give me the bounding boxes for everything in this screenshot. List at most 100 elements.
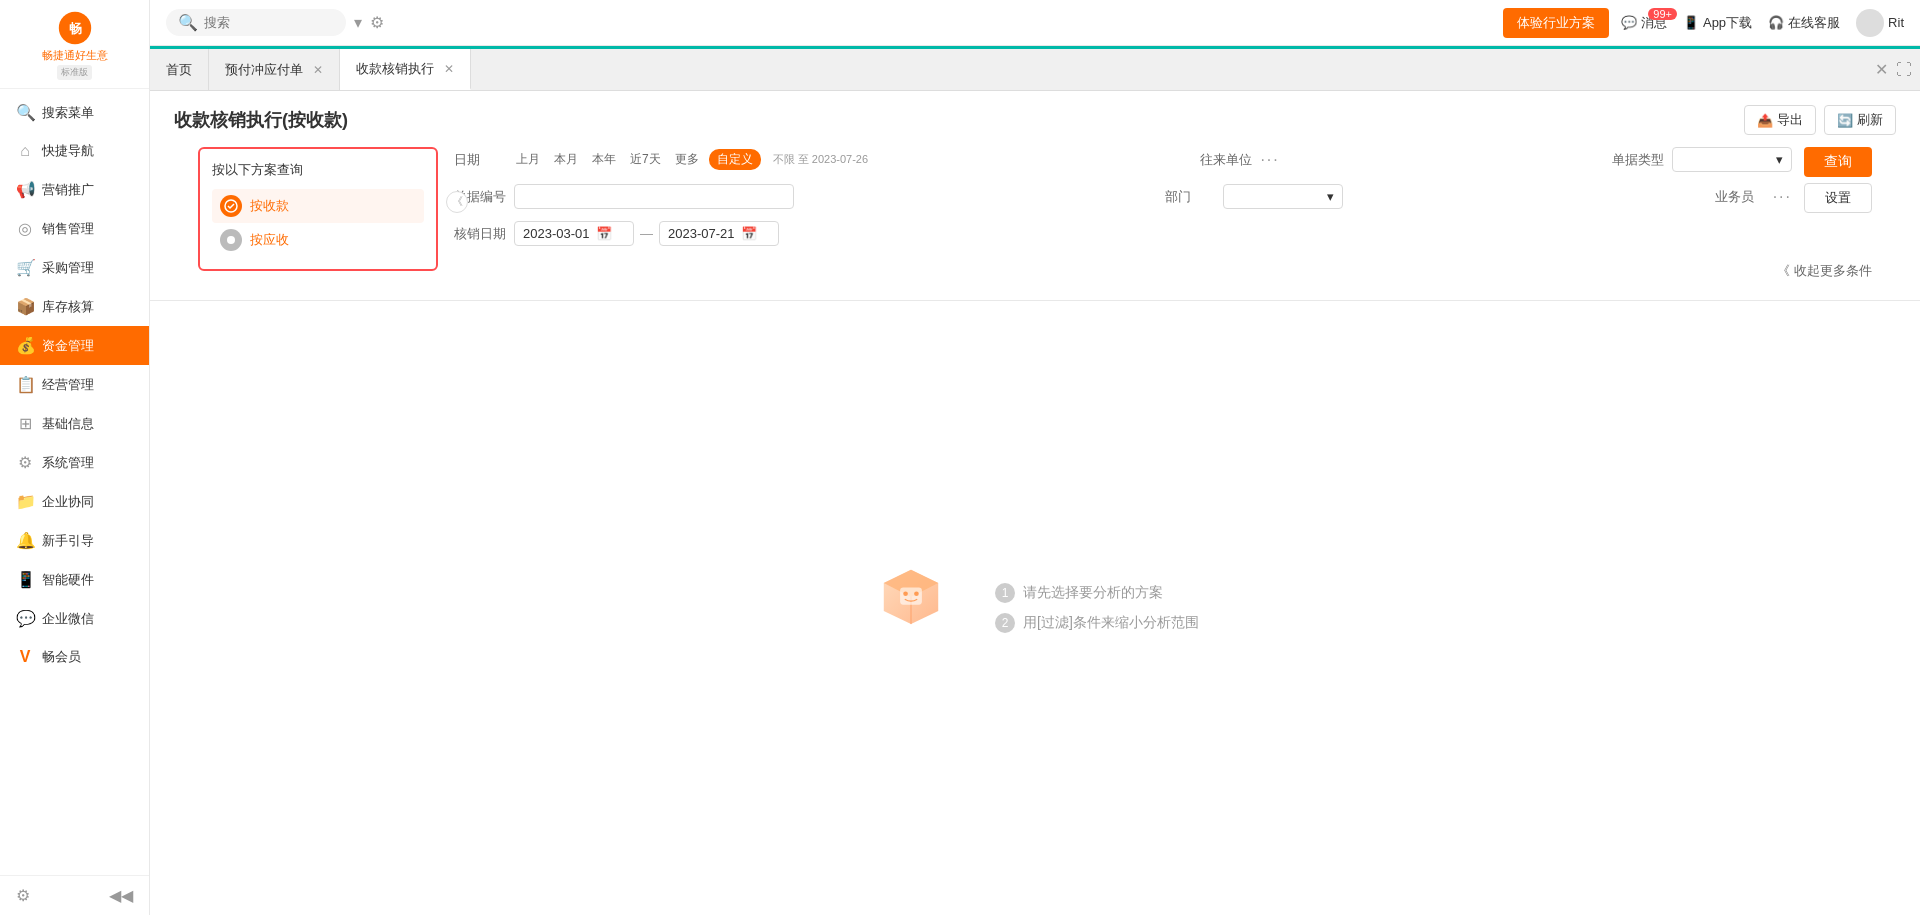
page-title-row: 收款核销执行(按收款) 📤 导出 🔄 刷新 [174, 105, 1896, 135]
offset-date-label: 核销日期 [454, 225, 506, 243]
user-name: Rit [1888, 15, 1904, 30]
filter-actions: 查询 设置 [1804, 147, 1872, 213]
filter-billno-field: 单据编号 [454, 184, 794, 209]
main-area: 🔍 ▾ ⚙ 体验行业方案 💬 消息 99+ 📱 App下载 🎧 在线客服 [150, 0, 1920, 915]
app-download-link[interactable]: 📱 App下载 [1683, 14, 1752, 32]
sales-icon: ◎ [16, 219, 34, 238]
offset-date-start[interactable]: 2023-03-01 📅 [514, 221, 634, 246]
gear-icon-top[interactable]: ⚙ [370, 13, 384, 32]
page-header: 收款核销执行(按收款) 📤 导出 🔄 刷新 按以下 [150, 91, 1920, 301]
collapse-sidebar-icon[interactable]: ◀◀ [109, 886, 133, 905]
sidebar-item-hardware[interactable]: 📱 智能硬件 [0, 560, 149, 599]
sidebar-item-guide[interactable]: 🔔 新手引导 [0, 521, 149, 560]
sidebar-label-system: 系统管理 [42, 454, 94, 472]
filter-option-by-receipt[interactable]: 按收款 [212, 189, 424, 223]
user-avatar [1856, 9, 1884, 37]
bill-type-select[interactable]: ▾ [1672, 147, 1792, 172]
enterprise-icon: 📁 [16, 492, 34, 511]
search-input-area[interactable]: 🔍 [166, 9, 346, 36]
sidebar-item-finance[interactable]: 💰 资金管理 [0, 326, 149, 365]
page-title: 收款核销执行(按收款) [174, 108, 348, 132]
purchase-icon: 🛒 [16, 258, 34, 277]
sidebar-item-basic-info[interactable]: ⊞ 基础信息 [0, 404, 149, 443]
sidebar-item-purchase[interactable]: 🛒 采购管理 [0, 248, 149, 287]
logo-icon: 畅 [57, 10, 93, 46]
close-tab-icon[interactable]: ✕ [1875, 60, 1888, 79]
calendar-end-icon: 📅 [741, 226, 757, 241]
empty-hint-2: 2 用[过滤]条件来缩小分析范围 [995, 613, 1199, 633]
dept-select[interactable]: ▾ [1223, 184, 1343, 209]
sidebar-label-member: 畅会员 [42, 648, 81, 666]
date-no-limit-hint: 不限 至 2023-07-26 [773, 152, 868, 167]
date-btn-this-year[interactable]: 本年 [588, 149, 620, 170]
logo-text: 畅捷通好生意 [42, 48, 108, 63]
expand-tab-icon[interactable]: ⛶ [1896, 61, 1912, 79]
sidebar-label-enterprise: 企业协同 [42, 493, 94, 511]
empty-icon-wrap [871, 558, 971, 658]
empty-hints: 1 请先选择要分析的方案 2 用[过滤]条件来缩小分析范围 [995, 583, 1199, 633]
filter-collapse-btn[interactable]: 《 [446, 191, 468, 213]
salesperson-more-icon[interactable]: ··· [1773, 188, 1792, 206]
hint-text-2: 用[过滤]条件来缩小分析范围 [1023, 614, 1199, 632]
sidebar-item-inventory[interactable]: 📦 库存核算 [0, 287, 149, 326]
sidebar-item-operations[interactable]: 📋 经营管理 [0, 365, 149, 404]
date-btn-this-month[interactable]: 本月 [550, 149, 582, 170]
filter-right: 日期 上月 本月 本年 近7天 更多 自定义 [454, 147, 1872, 284]
bill-no-input[interactable] [514, 184, 794, 209]
sidebar-item-sales[interactable]: ◎ 销售管理 [0, 209, 149, 248]
date-btn-last-month[interactable]: 上月 [512, 149, 544, 170]
solution-button[interactable]: 体验行业方案 [1503, 8, 1609, 38]
date-btn-7days[interactable]: 近7天 [626, 149, 665, 170]
filter-left-wrap: 按以下方案查询 按收款 按应收 [198, 147, 454, 284]
partner-label: 往来单位 [1200, 151, 1252, 169]
tab-close-prepay[interactable]: ✕ [313, 63, 323, 77]
tab-prepay-offset[interactable]: 预付冲应付单 ✕ [209, 49, 340, 90]
sidebar-item-marketing[interactable]: 📢 营销推广 [0, 170, 149, 209]
hint-num-1: 1 [995, 583, 1015, 603]
customer-service-link[interactable]: 🎧 在线客服 [1768, 14, 1840, 32]
refresh-icon: 🔄 [1837, 113, 1853, 128]
settings-bottom-icon[interactable]: ⚙ [16, 886, 30, 905]
date-separator: — [640, 226, 653, 241]
content-area: 收款核销执行(按收款) 📤 导出 🔄 刷新 按以下 [150, 91, 1920, 915]
partner-more-icon[interactable]: ··· [1260, 151, 1279, 169]
filter-row-2: 单据编号 部门 ▾ [454, 184, 1792, 209]
bill-type-label: 单据类型 [1612, 151, 1664, 169]
sidebar-label-marketing: 营销推广 [42, 181, 94, 199]
filter-left-title: 按以下方案查询 [212, 161, 424, 179]
empty-box-icon [871, 558, 951, 628]
sidebar-item-quick-nav[interactable]: ⌂ 快捷导航 [0, 132, 149, 170]
date-btn-more[interactable]: 更多 [671, 149, 703, 170]
collapse-more-row[interactable]: 《 收起更多条件 [454, 258, 1872, 284]
date-btn-custom[interactable]: 自定义 [709, 149, 761, 170]
tab-home[interactable]: 首页 [150, 49, 209, 90]
filter-dept-field: 部门 ▾ [1165, 184, 1343, 209]
sidebar-item-wechat[interactable]: 💬 企业微信 [0, 599, 149, 638]
sidebar-item-enterprise[interactable]: 📁 企业协同 [0, 482, 149, 521]
filter-option-by-receivable[interactable]: 按应收 [212, 223, 424, 257]
settings-button[interactable]: 设置 [1804, 183, 1872, 213]
search-input[interactable] [204, 15, 324, 30]
tab-close-receipt[interactable]: ✕ [444, 62, 454, 76]
hardware-icon: 📱 [16, 570, 34, 589]
filter-area: 按以下方案查询 按收款 按应收 [174, 147, 1896, 300]
tabbar-actions: ✕ ⛶ [1875, 49, 1920, 90]
marketing-icon: 📢 [16, 180, 34, 199]
refresh-button[interactable]: 🔄 刷新 [1824, 105, 1896, 135]
dropdown-arrow-icon[interactable]: ▾ [354, 13, 362, 32]
hint-num-2: 2 [995, 613, 1015, 633]
sidebar-menu: 🔍 搜索菜单 ⌂ 快捷导航 📢 营销推广 ◎ 销售管理 🛒 采购管理 📦 库存核… [0, 89, 149, 875]
user-profile[interactable]: Rit [1856, 9, 1904, 37]
offset-date-end[interactable]: 2023-07-21 📅 [659, 221, 779, 246]
sidebar-item-member[interactable]: V 畅会员 [0, 638, 149, 676]
page-actions: 📤 导出 🔄 刷新 [1744, 105, 1896, 135]
tab-home-label: 首页 [166, 61, 192, 79]
filter-fields: 日期 上月 本月 本年 近7天 更多 自定义 [454, 147, 1792, 246]
message-badge[interactable]: 💬 消息 99+ [1621, 14, 1667, 32]
tab-receipt-offset[interactable]: 收款核销执行 ✕ [340, 49, 471, 90]
sidebar-item-system[interactable]: ⚙ 系统管理 [0, 443, 149, 482]
inventory-icon: 📦 [16, 297, 34, 316]
query-button[interactable]: 查询 [1804, 147, 1872, 177]
export-button[interactable]: 📤 导出 [1744, 105, 1816, 135]
sidebar-item-search-menu[interactable]: 🔍 搜索菜单 [0, 93, 149, 132]
